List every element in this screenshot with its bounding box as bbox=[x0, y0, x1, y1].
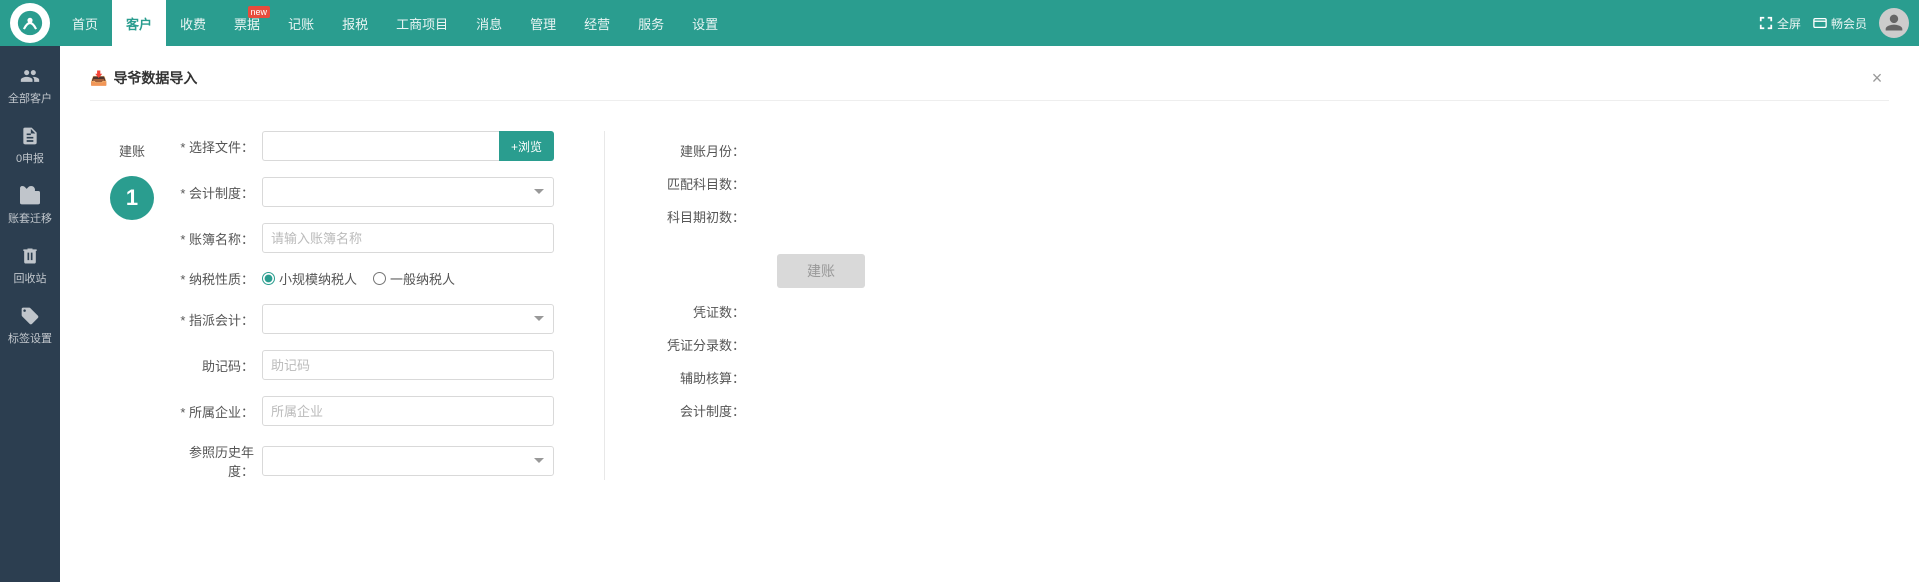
init-balance-label: 科目期初数： bbox=[655, 207, 745, 226]
ledger-name-input[interactable] bbox=[262, 223, 554, 253]
form-fields: * 选择文件： +浏览 * 会计制度： bbox=[174, 131, 554, 480]
new-badge: new bbox=[248, 6, 271, 18]
memo-code-label: 助记码： bbox=[174, 356, 254, 375]
aux-accounting-label: 辅助核算： bbox=[655, 368, 745, 387]
aux-accounting-row: 辅助核算： bbox=[655, 368, 905, 387]
vouchers-row: 凭证数： bbox=[655, 302, 905, 321]
close-button[interactable]: × bbox=[1865, 66, 1889, 90]
nav-tickets[interactable]: 票据 new bbox=[220, 0, 274, 46]
company-row: * 所属企业： bbox=[174, 396, 554, 426]
dialog-title: 📥 导爷数据导入 bbox=[90, 68, 197, 88]
section-label-text: 建账 bbox=[119, 141, 145, 160]
nav-tax[interactable]: 报税 bbox=[328, 0, 382, 46]
file-label: * 选择文件： bbox=[174, 137, 254, 156]
sidebar-item-migration[interactable]: 账套迁移 bbox=[0, 176, 60, 236]
sidebar-item-all-customers[interactable]: 全部客户 bbox=[0, 56, 60, 116]
assign-accountant-label: * 指派会计： bbox=[174, 310, 254, 329]
init-balance-row: 科目期初数： bbox=[655, 207, 905, 226]
sidebar-item-trash[interactable]: 回收站 bbox=[0, 236, 60, 296]
dialog-panel: 📥 导爷数据导入 × 建账 1 * 选择文件： bbox=[60, 46, 1919, 582]
nav-manage[interactable]: 管理 bbox=[516, 0, 570, 46]
ledger-name-row: * 账簿名称： bbox=[174, 223, 554, 253]
nav-right: 全屏 畅会员 bbox=[1759, 8, 1909, 38]
nav-business[interactable]: 工商项目 bbox=[382, 0, 462, 46]
dialog-header: 📥 导爷数据导入 × bbox=[90, 66, 1889, 101]
nav-service[interactable]: 服务 bbox=[624, 0, 678, 46]
memo-code-row: 助记码： bbox=[174, 350, 554, 380]
tax-type-row: * 纳税性质： 小规模纳税人 一般纳税人 bbox=[174, 269, 554, 288]
right-accounting-system-row: 会计制度： bbox=[655, 401, 905, 420]
memo-code-input[interactable] bbox=[262, 350, 554, 380]
voucher-entries-row: 凭证分录数： bbox=[655, 335, 905, 354]
import-icon: 📥 bbox=[90, 70, 107, 87]
vouchers-label: 凭证数： bbox=[655, 302, 745, 321]
separator bbox=[604, 131, 605, 480]
file-input-group: +浏览 bbox=[262, 131, 554, 161]
company-label: * 所属企业： bbox=[174, 402, 254, 421]
form-section-left: 建账 1 * 选择文件： +浏览 bbox=[110, 131, 554, 480]
nav-operation[interactable]: 经营 bbox=[570, 0, 624, 46]
sidebar: 全部客户 0申报 账套迁移 回收站 标签设置 bbox=[0, 46, 60, 582]
main-layout: 全部客户 0申报 账套迁移 回收站 标签设置 📥 导爷数据导入 bbox=[0, 46, 1919, 582]
user-avatar[interactable] bbox=[1879, 8, 1909, 38]
file-row: * 选择文件： +浏览 bbox=[174, 131, 554, 161]
build-month-label: 建账月份： bbox=[655, 141, 745, 160]
tax-small-scale-radio[interactable]: 小规模纳税人 bbox=[262, 269, 357, 288]
sidebar-item-zero-report[interactable]: 0申报 bbox=[0, 116, 60, 176]
nav-settings[interactable]: 设置 bbox=[678, 0, 732, 46]
history-year-select[interactable] bbox=[262, 446, 554, 476]
content-area: 📥 导爷数据导入 × 建账 1 * 选择文件： bbox=[60, 46, 1919, 582]
sidebar-item-tag-settings[interactable]: 标签设置 bbox=[0, 296, 60, 356]
nav-fees[interactable]: 收费 bbox=[166, 0, 220, 46]
form-container: 建账 1 * 选择文件： +浏览 bbox=[90, 121, 1889, 490]
match-subjects-label: 匹配科目数： bbox=[655, 174, 745, 193]
history-year-label: 参照历史年度： bbox=[174, 442, 254, 480]
match-subjects-row: 匹配科目数： bbox=[655, 174, 905, 193]
accounting-system-row: * 会计制度： bbox=[174, 177, 554, 207]
step-indicator: 1 bbox=[110, 176, 154, 220]
voucher-entries-label: 凭证分录数： bbox=[655, 335, 745, 354]
ledger-name-label: * 账簿名称： bbox=[174, 229, 254, 248]
build-account-button[interactable]: 建账 bbox=[777, 254, 865, 288]
member-btn[interactable]: 畅会员 bbox=[1813, 15, 1867, 32]
nav-message[interactable]: 消息 bbox=[462, 0, 516, 46]
app-logo[interactable] bbox=[10, 3, 50, 43]
nav-customers[interactable]: 客户 bbox=[112, 0, 166, 46]
assign-accountant-select[interactable] bbox=[262, 304, 554, 334]
fullscreen-btn[interactable]: 全屏 bbox=[1759, 15, 1801, 32]
right-accounting-system-label: 会计制度： bbox=[655, 401, 745, 420]
browse-button[interactable]: +浏览 bbox=[499, 131, 554, 161]
nav-accounting[interactable]: 记账 bbox=[274, 0, 328, 46]
top-navigation: 首页 客户 收费 票据 new 记账 报税 工商项目 消息 管理 经营 服务 设… bbox=[0, 0, 1919, 46]
history-year-row: 参照历史年度： bbox=[174, 442, 554, 480]
nav-home[interactable]: 首页 bbox=[58, 0, 112, 46]
file-text-input[interactable] bbox=[262, 131, 499, 161]
assign-accountant-row: * 指派会计： bbox=[174, 304, 554, 334]
tax-type-label: * 纳税性质： bbox=[174, 269, 254, 288]
accounting-system-label: * 会计制度： bbox=[174, 183, 254, 202]
right-panel: 建账月份： 匹配科目数： 科目期初数： 建账 凭证 bbox=[655, 131, 905, 480]
build-month-row: 建账月份： bbox=[655, 141, 905, 160]
tax-type-radio-group: 小规模纳税人 一般纳税人 bbox=[262, 269, 455, 288]
company-input[interactable] bbox=[262, 396, 554, 426]
accounting-system-select[interactable] bbox=[262, 177, 554, 207]
tax-general-radio[interactable]: 一般纳税人 bbox=[373, 269, 455, 288]
nav-items: 首页 客户 收费 票据 new 记账 报税 工商项目 消息 管理 经营 服务 设… bbox=[58, 0, 1759, 46]
